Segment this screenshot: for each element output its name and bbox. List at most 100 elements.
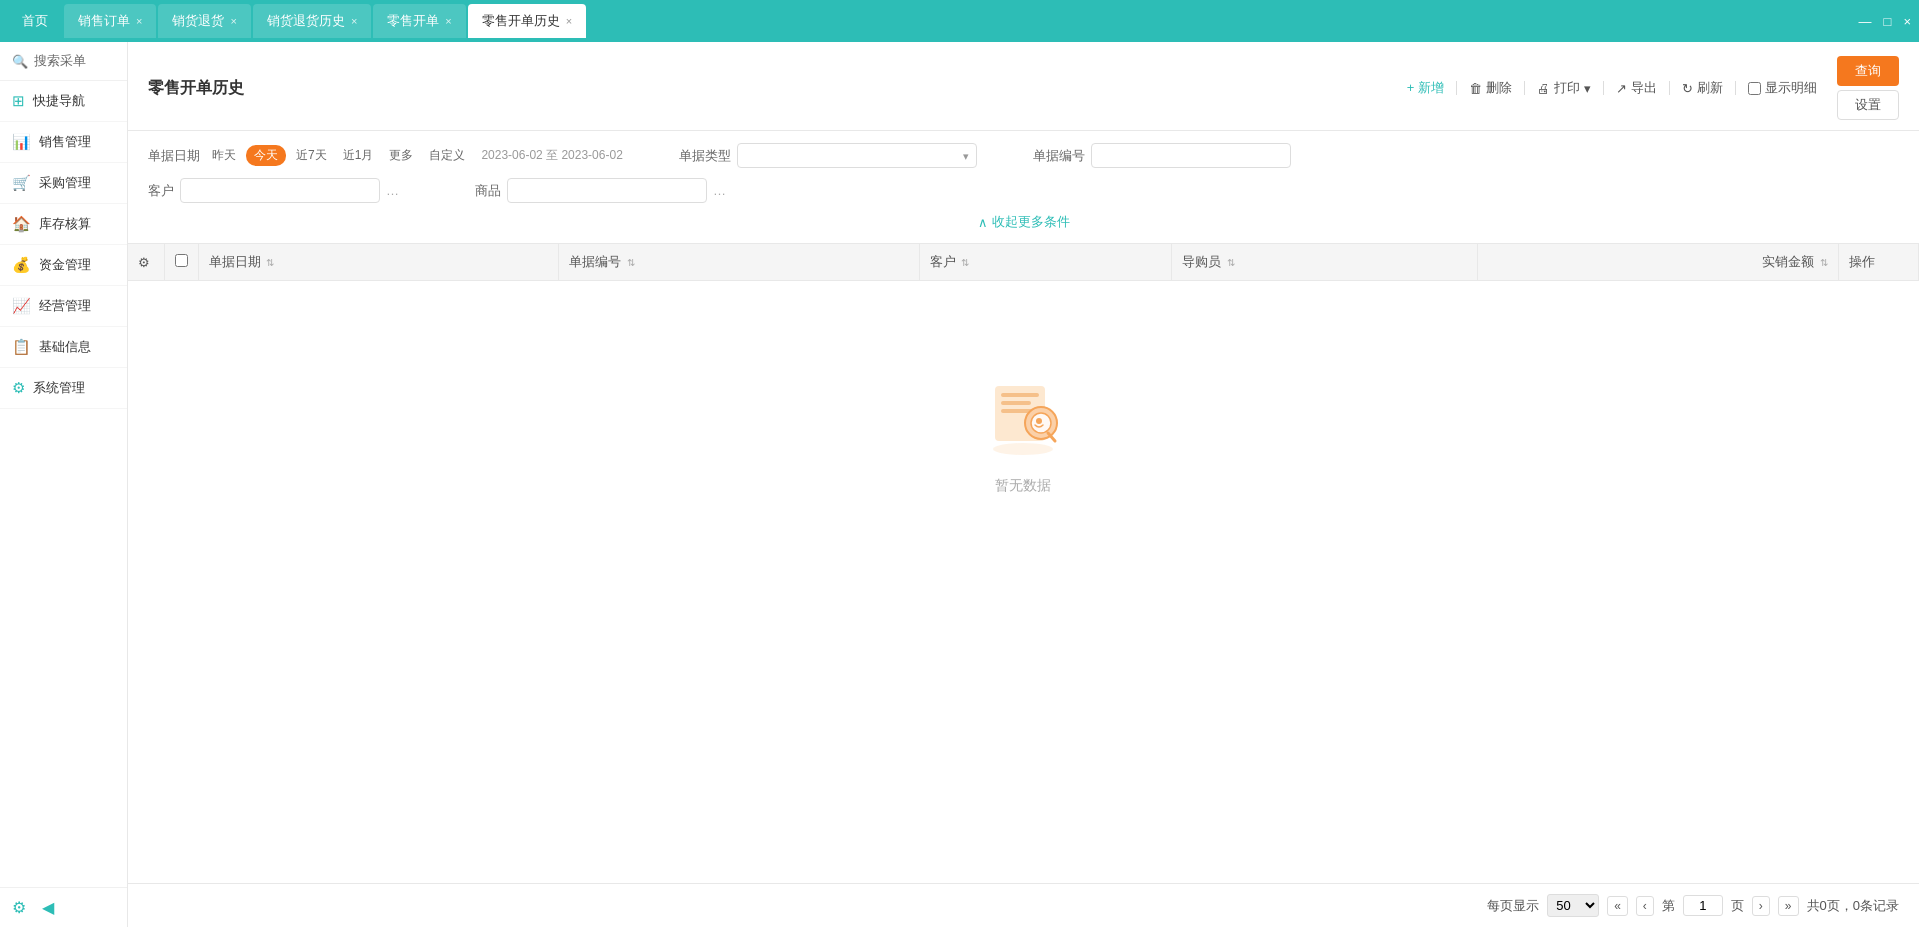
date-opt-custom[interactable]: 自定义	[423, 145, 471, 166]
first-page-button[interactable]: «	[1607, 896, 1628, 916]
doc-type-label: 单据类型	[679, 147, 731, 165]
goods-input[interactable]	[507, 178, 707, 203]
tab-sales-order[interactable]: 销售订单 ×	[64, 4, 156, 38]
toolbar-divider-2	[1524, 81, 1525, 95]
sidebar-item-purchase-mgmt[interactable]: 🛒 采购管理	[0, 163, 127, 204]
data-table: ⚙ 单据日期 ⇅ 单据编号 ⇅	[128, 244, 1919, 575]
gear-icon[interactable]: ⚙	[138, 255, 150, 270]
tab-sales-return-history[interactable]: 销货退货历史 ×	[253, 4, 371, 38]
date-range-text: 2023-06-02 至 2023-06-02	[481, 147, 622, 164]
th-salesperson[interactable]: 导购员 ⇅	[1171, 244, 1477, 281]
th-amount[interactable]: 实销金额 ⇅	[1478, 244, 1839, 281]
th-customer-sort-icon: ⇅	[961, 257, 969, 268]
collapse-row[interactable]: ∧ 收起更多条件	[148, 213, 1899, 231]
table-head: ⚙ 单据日期 ⇅ 单据编号 ⇅	[128, 244, 1919, 281]
doc-no-input[interactable]	[1091, 143, 1291, 168]
sidebar-item-biz-mgmt[interactable]: 📈 经营管理	[0, 286, 127, 327]
sales-mgmt-icon: 📊	[12, 133, 31, 151]
export-button[interactable]: ↗ 导出	[1616, 79, 1657, 97]
show-detail-input[interactable]	[1748, 82, 1761, 95]
window-close[interactable]: ×	[1903, 14, 1911, 29]
date-options: 昨天 今天 近7天 近1月 更多 自定义	[206, 145, 471, 166]
sidebar-collapse-icon[interactable]: ◀	[42, 898, 54, 917]
refresh-icon: ↻	[1682, 81, 1693, 96]
date-opt-today[interactable]: 今天	[246, 145, 286, 166]
goods-filter: 商品 …	[475, 178, 726, 203]
filter-area: 单据日期 昨天 今天 近7天 近1月 更多 自定义 2023-06-02 至 2…	[128, 131, 1919, 244]
settings-button[interactable]: 设置	[1837, 90, 1899, 120]
nav-tabs: 首页 销售订单 × 销货退货 × 销货退货历史 × 零售开单 × 零售开单历史 …	[8, 4, 1859, 38]
tab-retail-open[interactable]: 零售开单 ×	[373, 4, 465, 38]
print-dropdown-icon: ▾	[1584, 81, 1591, 96]
last-page-button[interactable]: »	[1778, 896, 1799, 916]
query-button[interactable]: 查询	[1837, 56, 1899, 86]
th-customer[interactable]: 客户 ⇅	[919, 244, 1171, 281]
date-opt-1month[interactable]: 近1月	[337, 145, 380, 166]
sidebar-item-sys-mgmt[interactable]: ⚙ 系统管理	[0, 368, 127, 409]
date-filter: 单据日期 昨天 今天 近7天 近1月 更多 自定义 2023-06-02 至 2…	[148, 145, 623, 166]
toolbar-divider-1	[1456, 81, 1457, 95]
collapse-up-icon: ∧	[978, 215, 988, 230]
date-opt-more[interactable]: 更多	[383, 145, 419, 166]
window-maximize[interactable]: □	[1884, 14, 1892, 29]
show-detail-checkbox[interactable]: 显示明细	[1748, 79, 1817, 97]
select-all-checkbox[interactable]	[175, 254, 188, 267]
th-date[interactable]: 单据日期 ⇅	[198, 244, 559, 281]
tab-home[interactable]: 首页	[8, 4, 62, 38]
date-opt-7days[interactable]: 近7天	[290, 145, 333, 166]
sidebar-item-sales-mgmt[interactable]: 📊 销售管理	[0, 122, 127, 163]
sidebar-search[interactable]: 🔍 搜索采单	[0, 42, 127, 81]
prev-page-button[interactable]: ‹	[1636, 896, 1654, 916]
empty-state-row: 暂无数据	[128, 281, 1919, 576]
sidebar-item-finance-mgmt[interactable]: 💰 资金管理	[0, 245, 127, 286]
th-actions-label: 操作	[1849, 254, 1875, 269]
th-no[interactable]: 单据编号 ⇅	[559, 244, 920, 281]
sidebar: 🔍 搜索采单 ⊞ 快捷导航 📊 销售管理 🛒 采购管理 🏠 库存核算 💰 资金管…	[0, 42, 128, 927]
tab-sales-return-close[interactable]: ×	[230, 15, 236, 27]
page-size-select[interactable]: 50 100 200	[1547, 894, 1599, 917]
collapse-label: 收起更多条件	[992, 213, 1070, 231]
th-checkbox	[164, 244, 198, 281]
export-label: 导出	[1631, 79, 1657, 97]
empty-state-icon	[973, 361, 1073, 461]
doc-type-select[interactable]	[737, 143, 977, 168]
sidebar-settings-icon[interactable]: ⚙	[12, 898, 26, 917]
sidebar-item-basic-info[interactable]: 📋 基础信息	[0, 327, 127, 368]
th-gear: ⚙	[128, 244, 164, 281]
tab-sales-return[interactable]: 销货退货 ×	[158, 4, 250, 38]
page-suffix-label: 页	[1731, 897, 1744, 915]
th-no-label: 单据编号	[569, 254, 621, 269]
tab-retail-open-close[interactable]: ×	[445, 15, 451, 27]
window-controls: — □ ×	[1859, 14, 1911, 29]
sidebar-item-basic-info-label: 基础信息	[39, 338, 91, 356]
customer-input[interactable]	[180, 178, 380, 203]
th-customer-label: 客户	[930, 254, 956, 269]
tab-home-label: 首页	[22, 12, 48, 30]
page-title: 零售开单历史	[148, 78, 244, 99]
date-opt-yesterday[interactable]: 昨天	[206, 145, 242, 166]
tab-retail-open-history[interactable]: 零售开单历史 ×	[468, 4, 586, 38]
window-minimize[interactable]: —	[1859, 14, 1872, 29]
current-page-input[interactable]	[1683, 895, 1723, 916]
tab-retail-open-history-close[interactable]: ×	[566, 15, 572, 27]
sidebar-item-quick-nav[interactable]: ⊞ 快捷导航	[0, 81, 127, 122]
delete-button[interactable]: 🗑 删除	[1469, 79, 1512, 97]
table-body: 暂无数据	[128, 281, 1919, 576]
delete-label: 删除	[1486, 79, 1512, 97]
tab-sales-order-close[interactable]: ×	[136, 15, 142, 27]
print-button[interactable]: 🖨 打印 ▾	[1537, 79, 1591, 97]
svg-rect-2	[1001, 393, 1039, 397]
tab-sales-return-history-close[interactable]: ×	[351, 15, 357, 27]
add-button[interactable]: + 新增	[1407, 79, 1444, 97]
tab-sales-return-label: 销货退货	[172, 12, 224, 30]
sidebar-item-inventory[interactable]: 🏠 库存核算	[0, 204, 127, 245]
th-date-label: 单据日期	[209, 254, 261, 269]
sidebar-item-quick-nav-label: 快捷导航	[33, 92, 85, 110]
next-page-button[interactable]: ›	[1752, 896, 1770, 916]
show-detail-label: 显示明细	[1765, 79, 1817, 97]
purchase-mgmt-icon: 🛒	[12, 174, 31, 192]
customer-more-icon[interactable]: …	[386, 183, 399, 198]
refresh-button[interactable]: ↻ 刷新	[1682, 79, 1723, 97]
goods-more-icon[interactable]: …	[713, 183, 726, 198]
tab-sales-order-label: 销售订单	[78, 12, 130, 30]
